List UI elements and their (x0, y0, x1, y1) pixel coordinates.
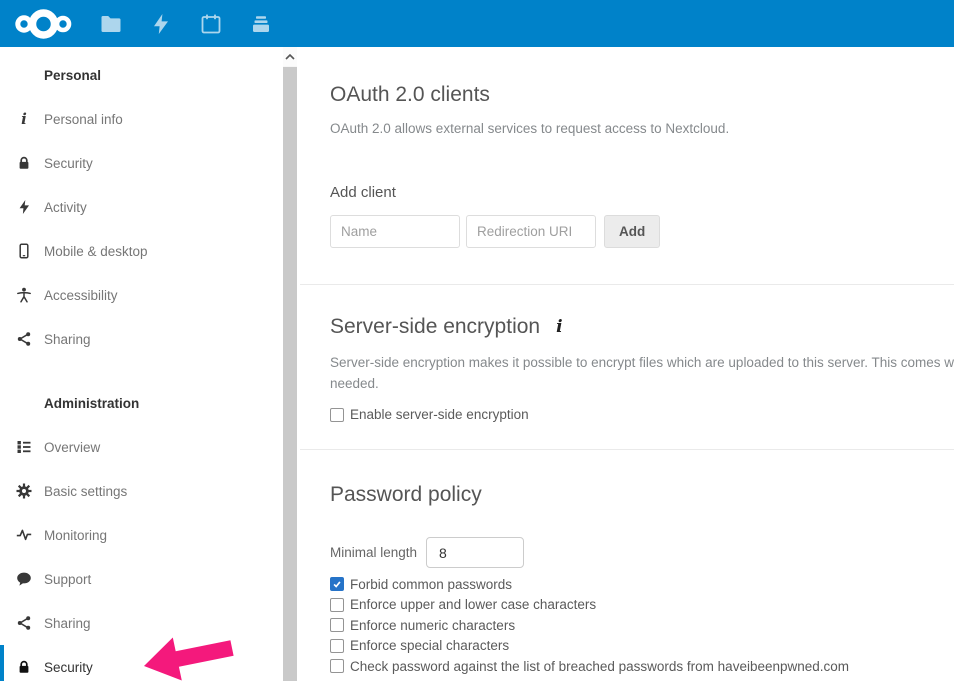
sidebar-item-label: Sharing (44, 616, 91, 631)
deck-icon[interactable] (236, 0, 286, 47)
calendar-icon[interactable] (186, 0, 236, 47)
password-policy-title: Password policy (330, 483, 954, 507)
sidebar-item-label: Overview (44, 440, 100, 455)
sidebar-item-label: Mobile & desktop (44, 244, 148, 259)
sidebar-item-security-admin[interactable]: Security (0, 645, 300, 681)
checkbox-label: Enforce special characters (350, 638, 509, 653)
sidebar-item-label: Monitoring (44, 528, 107, 543)
sidebar-heading-administration: Administration (0, 381, 300, 425)
info-icon: i (16, 111, 32, 127)
lock-icon (16, 155, 32, 171)
share-icon (16, 331, 32, 347)
sidebar-item-label: Activity (44, 200, 87, 215)
gear-icon (16, 483, 32, 499)
oauth-title: OAuth 2.0 clients (330, 83, 954, 107)
add-client-button[interactable]: Add (604, 215, 660, 248)
lock-icon (16, 659, 32, 675)
oauth-section: OAuth 2.0 clients OAuth 2.0 allows exter… (300, 47, 954, 285)
check-breached-passwords-row[interactable]: Check password against the list of breac… (330, 658, 954, 674)
sidebar-item-sharing-personal[interactable]: Sharing (0, 317, 300, 361)
list-icon (16, 439, 32, 455)
sidebar-item-basic-settings[interactable]: Basic settings (0, 469, 300, 513)
minimal-length-row: Minimal length (330, 537, 954, 568)
sidebar-scrollbar (283, 47, 297, 681)
checkbox-label: Enforce upper and lower case characters (350, 597, 596, 612)
oauth-description: OAuth 2.0 allows external services to re… (330, 121, 954, 136)
share-icon (16, 615, 32, 631)
topbar (0, 0, 954, 47)
sidebar-item-mobile-desktop[interactable]: Mobile & desktop (0, 229, 300, 273)
lightning-icon[interactable] (136, 0, 186, 47)
enable-encryption-checkbox[interactable] (330, 408, 344, 422)
check-breached-passwords-checkbox[interactable] (330, 659, 344, 673)
sidebar-item-label: Support (44, 572, 91, 587)
app-menu (86, 0, 286, 47)
sidebar-item-label: Personal info (44, 112, 123, 127)
pulse-icon (16, 527, 32, 543)
encryption-description-line1: Server-side encryption makes it possible… (330, 352, 954, 373)
chevron-up-icon (285, 54, 295, 60)
sidebar-item-label: Security (44, 156, 93, 171)
scrollbar-up-button[interactable] (283, 47, 297, 66)
info-icon[interactable]: i (556, 317, 562, 337)
sidebar-item-support[interactable]: Support (0, 557, 300, 601)
chat-icon (16, 571, 32, 587)
main-content: OAuth 2.0 clients OAuth 2.0 allows exter… (300, 47, 954, 681)
scrollbar-thumb[interactable] (283, 67, 297, 681)
folder-icon[interactable] (86, 0, 136, 47)
sidebar-item-accessibility[interactable]: Accessibility (0, 273, 300, 317)
phone-icon (16, 243, 32, 259)
checkbox-label: Enforce numeric characters (350, 618, 515, 633)
redirection-uri-input[interactable] (466, 215, 596, 248)
sidebar-item-security-personal[interactable]: Security (0, 141, 300, 185)
enable-encryption-row[interactable]: Enable server-side encryption (330, 407, 954, 422)
client-name-input[interactable] (330, 215, 460, 248)
sidebar-item-sharing-admin[interactable]: Sharing (0, 601, 300, 645)
sidebar-heading-personal: Personal (0, 53, 300, 97)
enforce-numeric-checkbox[interactable] (330, 618, 344, 632)
sidebar-item-overview[interactable]: Overview (0, 425, 300, 469)
settings-nav: Personal i Personal info Security Activi… (0, 47, 300, 681)
sidebar-item-label: Basic settings (44, 484, 127, 499)
encryption-section: Server-side encryption i Server-side enc… (300, 285, 954, 450)
encryption-description-line2: needed. (330, 373, 954, 394)
accessibility-icon (16, 287, 32, 303)
check-icon (332, 579, 342, 589)
enforce-upper-lower-checkbox[interactable] (330, 598, 344, 612)
forbid-common-passwords-checkbox[interactable] (330, 577, 344, 591)
sidebar-item-monitoring[interactable]: Monitoring (0, 513, 300, 557)
enforce-upper-lower-row[interactable]: Enforce upper and lower case characters (330, 597, 954, 613)
enforce-special-row[interactable]: Enforce special characters (330, 638, 954, 654)
sidebar-item-label: Security (44, 660, 93, 675)
nextcloud-logo[interactable] (13, 0, 77, 52)
enforce-special-checkbox[interactable] (330, 639, 344, 653)
lightning-icon (16, 199, 32, 215)
checkbox-label: Forbid common passwords (350, 577, 512, 592)
minimal-length-input[interactable] (426, 537, 524, 568)
minimal-length-label: Minimal length (330, 545, 417, 560)
encryption-title: Server-side encryption (330, 315, 540, 339)
sidebar-item-activity[interactable]: Activity (0, 185, 300, 229)
sidebar-item-personal-info[interactable]: i Personal info (0, 97, 300, 141)
sidebar-item-label: Accessibility (44, 288, 118, 303)
sidebar-item-label: Sharing (44, 332, 91, 347)
password-policy-options: Forbid common passwords Enforce upper an… (330, 576, 954, 674)
password-policy-section: Password policy Minimal length Forbid co… (300, 450, 954, 674)
checkbox-label: Check password against the list of breac… (350, 659, 849, 674)
enforce-numeric-row[interactable]: Enforce numeric characters (330, 617, 954, 633)
add-client-form: Add (330, 215, 954, 248)
enable-encryption-label: Enable server-side encryption (350, 407, 529, 422)
settings-sidebar: Personal i Personal info Security Activi… (0, 47, 300, 681)
forbid-common-passwords-row[interactable]: Forbid common passwords (330, 576, 954, 592)
add-client-heading: Add client (330, 184, 954, 201)
